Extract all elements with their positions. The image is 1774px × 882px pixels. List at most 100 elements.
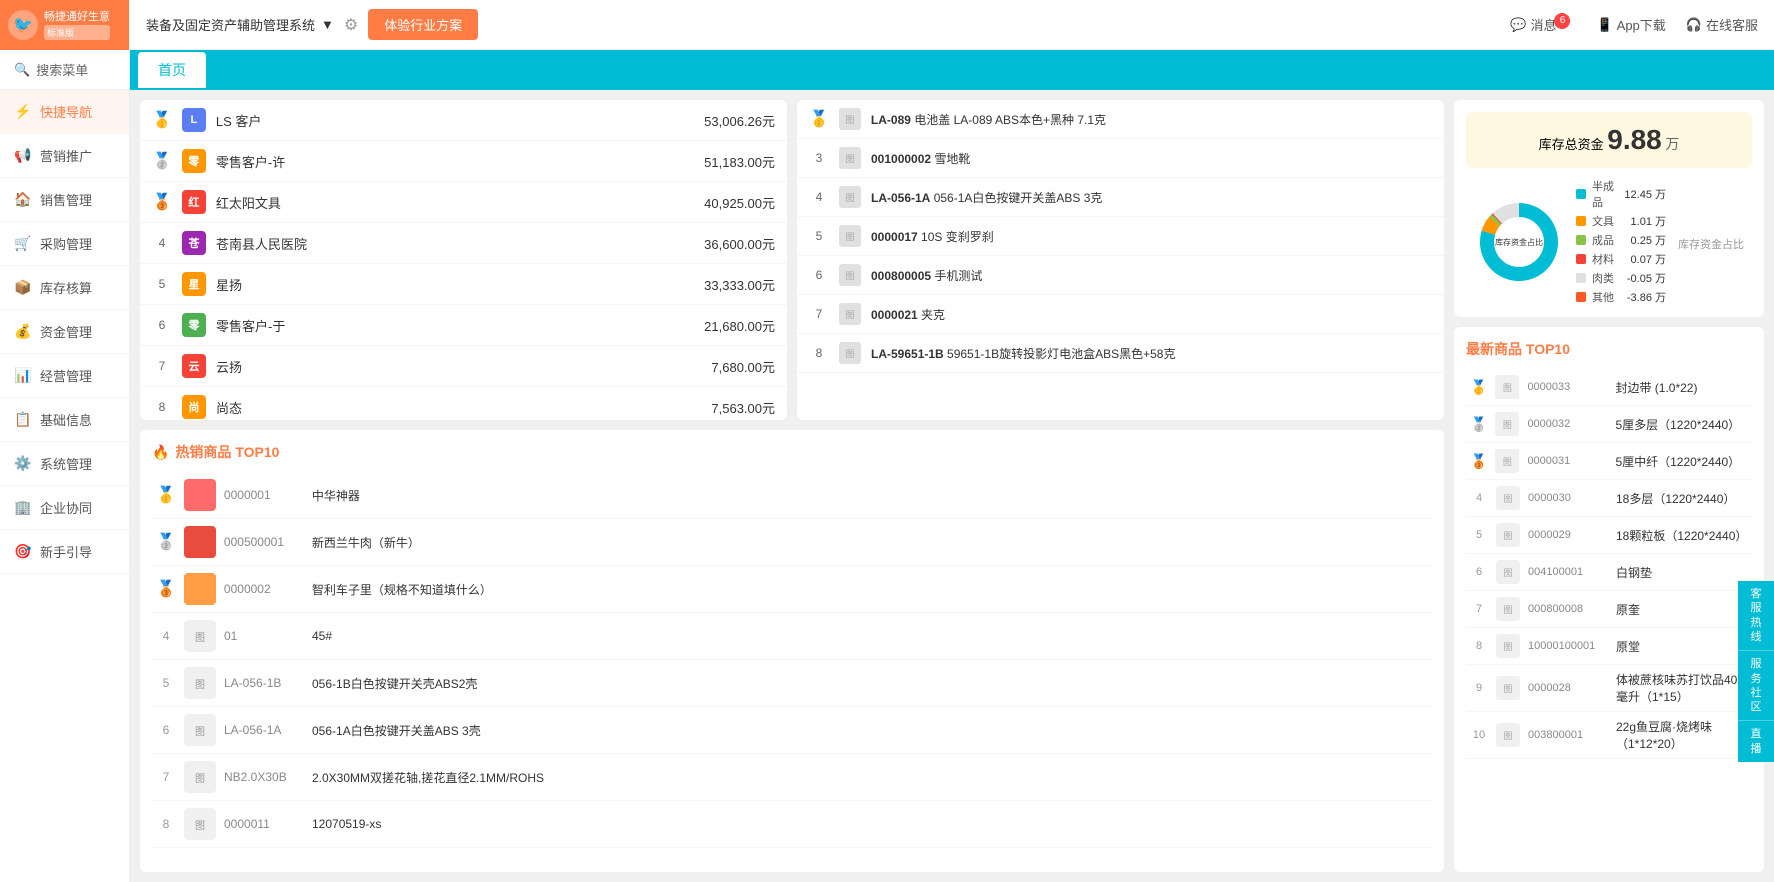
customer-name: LS 客户: [216, 111, 694, 130]
rank-medal: 🥇: [809, 109, 829, 129]
product-rank-item: 8图 LA-59651-1B 59651-1B旋转投影灯电池盒ABS黑色+58克: [797, 334, 1444, 373]
system-selector[interactable]: 装备及固定资产辅助管理系统 ▼: [146, 15, 334, 34]
sidebar-item-home[interactable]: ⚡ 快捷导航: [0, 90, 129, 134]
hot-product-item: 4图 01 45#: [152, 613, 1432, 660]
product-name: 001000002 雪地靴: [871, 150, 1432, 167]
messages-btn[interactable]: 💬 消息 6: [1510, 15, 1576, 34]
rank-number: 5: [809, 229, 829, 243]
tab-bar: 首页: [130, 50, 1774, 90]
legend-name: 材料: [1592, 251, 1625, 267]
newest-product-item: 9 图 0000028 体被蔗核味苏打饮品400毫升（1*15）: [1466, 665, 1752, 712]
float-button[interactable]: 服务社区: [1738, 650, 1774, 720]
legend-item: 其他 -3.86 万: [1576, 289, 1666, 305]
legend-item: 肉类 -0.05 万: [1576, 270, 1666, 286]
inventory-icon: 📦: [14, 279, 32, 297]
sidebar-item-finance[interactable]: 💰 资金管理: [0, 310, 129, 354]
marketing-icon: 📢: [14, 147, 32, 165]
enterprise-icon: 🏢: [14, 499, 32, 517]
newest-product-code: 0000028: [1528, 682, 1608, 694]
rank-number: 3: [809, 151, 829, 165]
sidebar-item-enterprise[interactable]: 🏢 企业协同: [0, 486, 129, 530]
legend-dot: [1576, 189, 1586, 199]
hot-product-img: [184, 479, 216, 511]
hot-product-img: [184, 526, 216, 558]
newest-product-code: 0000033: [1527, 381, 1607, 393]
newest-product-name: 原奎: [1616, 601, 1748, 618]
topbar: 装备及固定资产辅助管理系统 ▼ ⚙ 体验行业方案 💬 消息 6 📱 App下载 …: [130, 0, 1774, 50]
search-label: 搜索菜单: [36, 60, 88, 79]
newest-product-img: 图: [1495, 375, 1519, 399]
settings-icon[interactable]: ⚙: [344, 15, 358, 35]
legend-name: 半成品: [1592, 178, 1618, 210]
newest-product-img: 图: [1496, 560, 1520, 584]
newest-product-item: 5 图 0000029 18颗粒板（1220*2440）: [1466, 517, 1752, 554]
product-name: LA-089 电池盖 LA-089 ABS本色+黑种 7.1克: [871, 111, 1432, 128]
basic-icon: 📋: [14, 411, 32, 429]
hot-product-name: 45#: [312, 629, 332, 643]
hot-product-item: 7图 NB2.0X30B 2.0X30MM双搓花轴,搓花直径2.1MM/ROHS: [152, 754, 1432, 801]
sidebar-item-purchase[interactable]: 🛒 采购管理: [0, 222, 129, 266]
online-service-btn[interactable]: 🎧 在线客服: [1686, 15, 1758, 34]
app-download-label: App下载: [1617, 15, 1666, 34]
app-download-btn[interactable]: 📱 App下载: [1596, 15, 1665, 34]
customer-rank-item: 🥉 红 红太阳文具 40,925.00元: [140, 182, 787, 223]
customer-badge: 云: [182, 354, 206, 378]
inventory-unit: 万: [1665, 136, 1679, 152]
newest-product-item: 8 图 10000100001 原堂: [1466, 628, 1752, 665]
product-name: 0000021 夹克: [871, 306, 1432, 323]
hot-product-item: 6图 LA-056-1A 056-1A白色按键开关盖ABS 3壳: [152, 707, 1432, 754]
newest-product-img: 图: [1496, 676, 1520, 700]
float-button[interactable]: 直播: [1738, 720, 1774, 762]
customer-name: 零售客户-许: [216, 152, 694, 171]
sidebar-item-system[interactable]: ⚙️ 系统管理: [0, 442, 129, 486]
finance-icon: 💰: [14, 323, 32, 341]
float-button[interactable]: 客服热线: [1738, 581, 1774, 650]
rank-medal: 🥇: [152, 110, 172, 130]
float-buttons: 客服热线服务社区直播: [1738, 581, 1774, 762]
customer-rank-item: 🥇 L LS 客户 53,006.26元: [140, 100, 787, 141]
logo-area: 🐦 畅捷通好生意 标准版: [0, 0, 129, 50]
legend-value: 0.25 万: [1631, 232, 1666, 248]
hot-product-code: 01: [224, 629, 304, 643]
customer-value: 33,333.00元: [704, 275, 775, 294]
trial-button[interactable]: 体验行业方案: [368, 9, 478, 40]
customer-rank-item: 🥈 零 零售客户-许 51,183.00元: [140, 141, 787, 182]
newest-product-item: 6 图 004100001 白钢垫: [1466, 554, 1752, 591]
sidebar-item-basic[interactable]: 📋 基础信息: [0, 398, 129, 442]
sidebar-item-operation[interactable]: 📊 经营管理: [0, 354, 129, 398]
customer-value: 36,600.00元: [704, 234, 775, 253]
newest-product-img: 图: [1496, 486, 1520, 510]
online-service-label: 在线客服: [1706, 15, 1758, 34]
legend-item: 半成品 12.45 万: [1576, 178, 1666, 210]
sidebar-item-label: 基础信息: [40, 410, 92, 429]
tab-home[interactable]: 首页: [138, 52, 206, 88]
newest-rank-num: 10: [1470, 729, 1488, 741]
customer-rank-item: 5 星 星扬 33,333.00元: [140, 264, 787, 305]
customer-name: 尚态: [216, 398, 701, 417]
hot-product-img: 图: [184, 808, 216, 840]
right-column: 库存总资金 9.88 万: [1454, 100, 1764, 872]
hot-product-code: 000500001: [224, 535, 304, 549]
rank-number: 4: [809, 190, 829, 204]
newest-rank-medal: 🥈: [1470, 416, 1487, 433]
hot-product-name: 056-1B白色按键开关壳ABS2壳: [312, 675, 477, 692]
search-menu[interactable]: 🔍 搜索菜单: [0, 50, 129, 90]
newest-rank-num: 6: [1470, 566, 1488, 578]
newest-products-list: 🥇 图 0000033 封边带 (1.0*22)🥈 图 0000032 5厘多层…: [1466, 369, 1752, 860]
legend-dot: [1576, 216, 1586, 226]
sidebar-item-label: 采购管理: [40, 234, 92, 253]
hot-rank-num: 6: [156, 723, 176, 737]
hot-product-name: 056-1A白色按键开关盖ABS 3壳: [312, 722, 481, 739]
sidebar-item-inventory[interactable]: 📦 库存核算: [0, 266, 129, 310]
sidebar-item-sales[interactable]: 🏠 销售管理: [0, 178, 129, 222]
product-img: 图: [839, 342, 861, 364]
customer-ranking-panel: 🥇 L LS 客户 53,006.26元🥈 零 零售客户-许 51,183.00…: [140, 100, 787, 420]
newest-rank-num: 5: [1470, 529, 1488, 541]
sidebar-item-marketing[interactable]: 📢 营销推广: [0, 134, 129, 178]
product-ranking-panel: 🥇图 LA-089 电池盖 LA-089 ABS本色+黑种 7.1克3图 001…: [797, 100, 1444, 420]
sidebar-item-label: 快捷导航: [40, 102, 92, 121]
hot-product-name: 新西兰牛肉（新牛）: [312, 534, 420, 551]
sidebar-item-guide[interactable]: 🎯 新手引导: [0, 530, 129, 574]
customer-badge: 零: [182, 313, 206, 337]
product-name: LA-056-1A 056-1A白色按键开关盖ABS 3克: [871, 189, 1432, 206]
